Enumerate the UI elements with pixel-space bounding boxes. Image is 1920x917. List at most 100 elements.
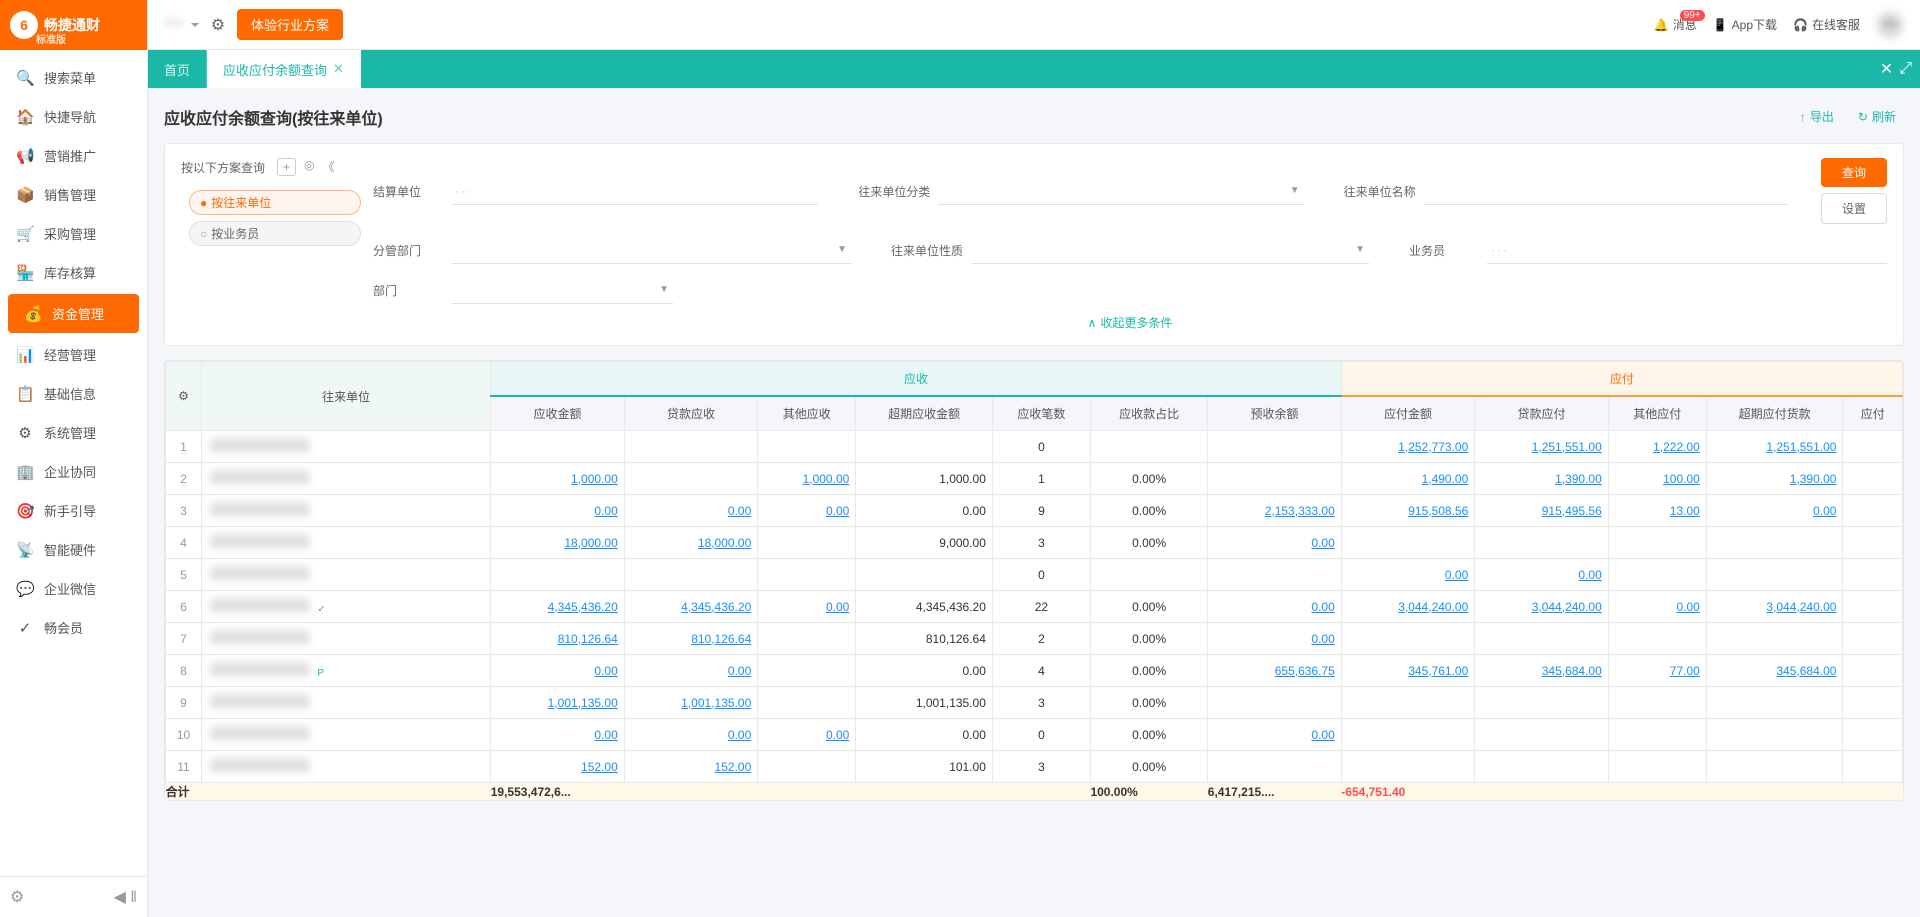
tab-close-all-btn[interactable]: ✕ (1880, 59, 1893, 79)
filter-edit-icon[interactable]: ◎ (304, 158, 314, 176)
settlement-unit-input[interactable]: ··· (451, 177, 818, 205)
trial-btn[interactable]: 体验行业方案 (237, 9, 343, 40)
counterpart-name (202, 431, 491, 463)
cell-link[interactable]: 1,222.00 (1608, 431, 1706, 463)
sidebar-settings-icon[interactable]: ⚙ (10, 887, 24, 907)
cell-link[interactable]: 4,345,436.20 (624, 591, 758, 623)
cell-link[interactable]: 4,345,436.20 (491, 591, 625, 623)
cell-link[interactable]: 1,390.00 (1706, 463, 1843, 495)
counterpart-name-input[interactable] (1424, 177, 1789, 205)
cell-link[interactable]: 915,495.56 (1475, 495, 1609, 527)
cell-link[interactable]: 0.00 (1706, 495, 1843, 527)
sidebar-item-corp[interactable]: 🏢 企业协同 (0, 452, 147, 491)
field-dept: 部门 ▼ (373, 276, 673, 304)
cell-link[interactable]: 0.00 (1608, 591, 1706, 623)
cell-link[interactable]: 152.00 (491, 751, 625, 783)
cell-link[interactable]: 0.00 (624, 719, 758, 751)
cell-link[interactable]: 1,390.00 (1475, 463, 1609, 495)
sidebar-item-operations[interactable]: 📊 经营管理 (0, 335, 147, 374)
export-btn[interactable]: ↑ 导出 (1792, 104, 1842, 129)
sidebar-item-guide[interactable]: 🎯 新手引导 (0, 491, 147, 530)
counterpart-nature-input[interactable]: ▼ (971, 236, 1369, 264)
cell-link[interactable]: 345,684.00 (1475, 655, 1609, 687)
filter-collapse-icon[interactable]: 《 (323, 158, 335, 176)
cell-link[interactable]: 1,252,773.00 (1341, 431, 1475, 463)
sidebar-collapse-icon[interactable]: ◀ ‖ (114, 887, 137, 907)
settings-btn[interactable]: 设置 (1821, 193, 1887, 224)
cell-link[interactable]: 1,490.00 (1341, 463, 1475, 495)
cell-link[interactable]: 0.00 (624, 655, 758, 687)
dept-input[interactable]: ▼ (451, 276, 673, 304)
cell-link[interactable]: 1,000.00 (491, 463, 625, 495)
cell-link[interactable]: 1,001,135.00 (624, 687, 758, 719)
cell-link[interactable]: 0.00 (1208, 591, 1342, 623)
sidebar-item-search[interactable]: 🔍 搜索菜单 (0, 58, 147, 97)
dept-manager-input[interactable]: ▼ (451, 236, 851, 264)
cell-link[interactable]: 1,251,551.00 (1475, 431, 1609, 463)
sidebar-item-purchase[interactable]: 🛒 采购管理 (0, 214, 147, 253)
sidebar-item-inventory[interactable]: 🏪 库存核算 (0, 253, 147, 292)
cell-link[interactable]: 0.00 (1208, 719, 1342, 751)
sidebar-item-wechat[interactable]: 💬 企业微信 (0, 569, 147, 608)
table-settings-icon[interactable]: ⚙ (178, 389, 189, 403)
scheme-by-salesperson[interactable]: ○ 按业务员 (189, 221, 361, 246)
cell-link[interactable]: 100.00 (1608, 463, 1706, 495)
cell-link[interactable]: 0.00 (1475, 559, 1609, 591)
cell-link[interactable]: 0.00 (491, 495, 625, 527)
sidebar-item-basic[interactable]: 📋 基础信息 (0, 374, 147, 413)
cell-link[interactable]: 0.00 (491, 655, 625, 687)
cell-link[interactable]: 3,044,240.00 (1475, 591, 1609, 623)
cell-link[interactable]: 0.00 (491, 719, 625, 751)
cell-link[interactable]: 0.00 (624, 495, 758, 527)
cell-link[interactable]: 345,684.00 (1706, 655, 1843, 687)
tab-arquery[interactable]: 应收应付余额查询 ✕ (207, 50, 361, 88)
cell-link[interactable]: 345,761.00 (1341, 655, 1475, 687)
sidebar-item-quicknav[interactable]: 🏠 快捷导航 (0, 97, 147, 136)
total-ar-amount[interactable]: 19,553,472,6... (491, 783, 625, 801)
topbar-dropdown[interactable] (189, 19, 201, 31)
sidebar-item-system[interactable]: ⚙ 系统管理 (0, 413, 147, 452)
scheme-by-counterpart[interactable]: ● 按往来单位 (189, 190, 361, 215)
cell-link[interactable]: 152.00 (624, 751, 758, 783)
cell-link[interactable]: 915,508.56 (1341, 495, 1475, 527)
sidebar-item-sales[interactable]: 📦 销售管理 (0, 175, 147, 214)
cell-link[interactable]: 0.00 (758, 591, 856, 623)
sidebar-item-member[interactable]: ✓ 畅会员 (0, 608, 147, 647)
query-btn[interactable]: 查询 (1821, 158, 1887, 187)
counterpart-category-input[interactable]: ▼ (938, 177, 1303, 205)
app-download-btn[interactable]: 📱 App下载 (1713, 16, 1777, 33)
cell-link[interactable]: 655,636.75 (1208, 655, 1342, 687)
sidebar-item-hardware[interactable]: 📡 智能硬件 (0, 530, 147, 569)
cell-link[interactable]: 810,126.64 (624, 623, 758, 655)
sidebar-item-finance[interactable]: 💰 资金管理 (8, 294, 139, 333)
tab-expand-btn[interactable]: ⤢ (1899, 60, 1912, 78)
cell-link[interactable]: 810,126.64 (491, 623, 625, 655)
salesperson-input[interactable]: ··· (1487, 236, 1887, 264)
sidebar-item-marketing[interactable]: 📢 营销推广 (0, 136, 147, 175)
online-service-btn[interactable]: 🎧 在线客服 (1793, 16, 1860, 33)
cell-link[interactable]: 0.00 (758, 719, 856, 751)
cell-link[interactable]: 2,153,333.00 (1208, 495, 1342, 527)
cell-link[interactable]: 0.00 (758, 495, 856, 527)
cell-link[interactable]: 18,000.00 (624, 527, 758, 559)
cell-link[interactable]: 18,000.00 (491, 527, 625, 559)
collapse-bar[interactable]: ∧ 收起更多条件 (373, 314, 1887, 331)
tab-close-arquery[interactable]: ✕ (333, 61, 344, 77)
cell-link[interactable]: 13.00 (1608, 495, 1706, 527)
cell-link[interactable]: 0.00 (1208, 527, 1342, 559)
cell-link[interactable]: 0.00 (1208, 623, 1342, 655)
filter-add-icon[interactable]: + (277, 158, 296, 176)
cell-link[interactable]: 1,000.00 (758, 463, 856, 495)
topbar-gear-icon[interactable]: ⚙ (211, 15, 225, 35)
refresh-btn[interactable]: ↻ 刷新 (1850, 104, 1904, 129)
cell-link[interactable]: 1,251,551.00 (1706, 431, 1843, 463)
cell-link[interactable]: 0.00 (1341, 559, 1475, 591)
cell-link[interactable]: 3,044,240.00 (1341, 591, 1475, 623)
tab-home[interactable]: 首页 (148, 50, 207, 88)
cell-link[interactable]: 77.00 (1608, 655, 1706, 687)
messages-btn[interactable]: 🔔 消息 99+ (1654, 16, 1697, 33)
total-ar-prepay[interactable]: 6,417,215.... (1208, 783, 1342, 801)
cell-link[interactable]: 1,001,135.00 (491, 687, 625, 719)
user-avatar[interactable]: Rit (1876, 11, 1904, 39)
cell-link[interactable]: 3,044,240.00 (1706, 591, 1843, 623)
